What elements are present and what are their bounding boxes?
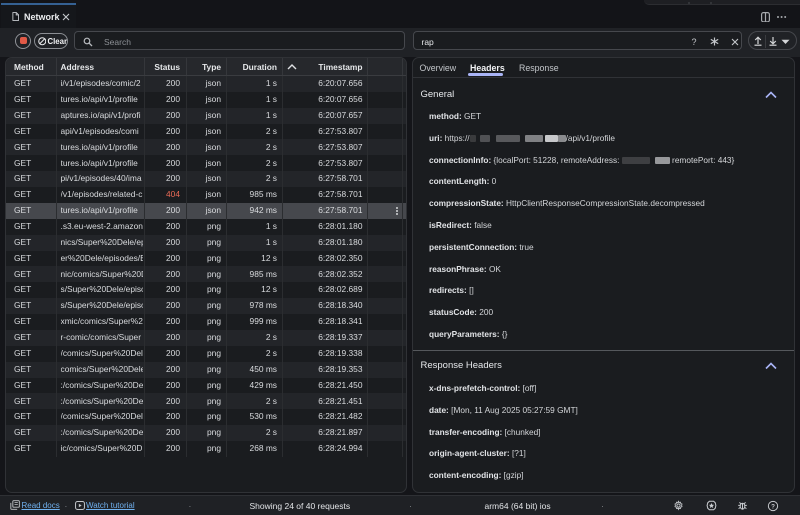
svg-text:?: ? xyxy=(771,503,775,510)
